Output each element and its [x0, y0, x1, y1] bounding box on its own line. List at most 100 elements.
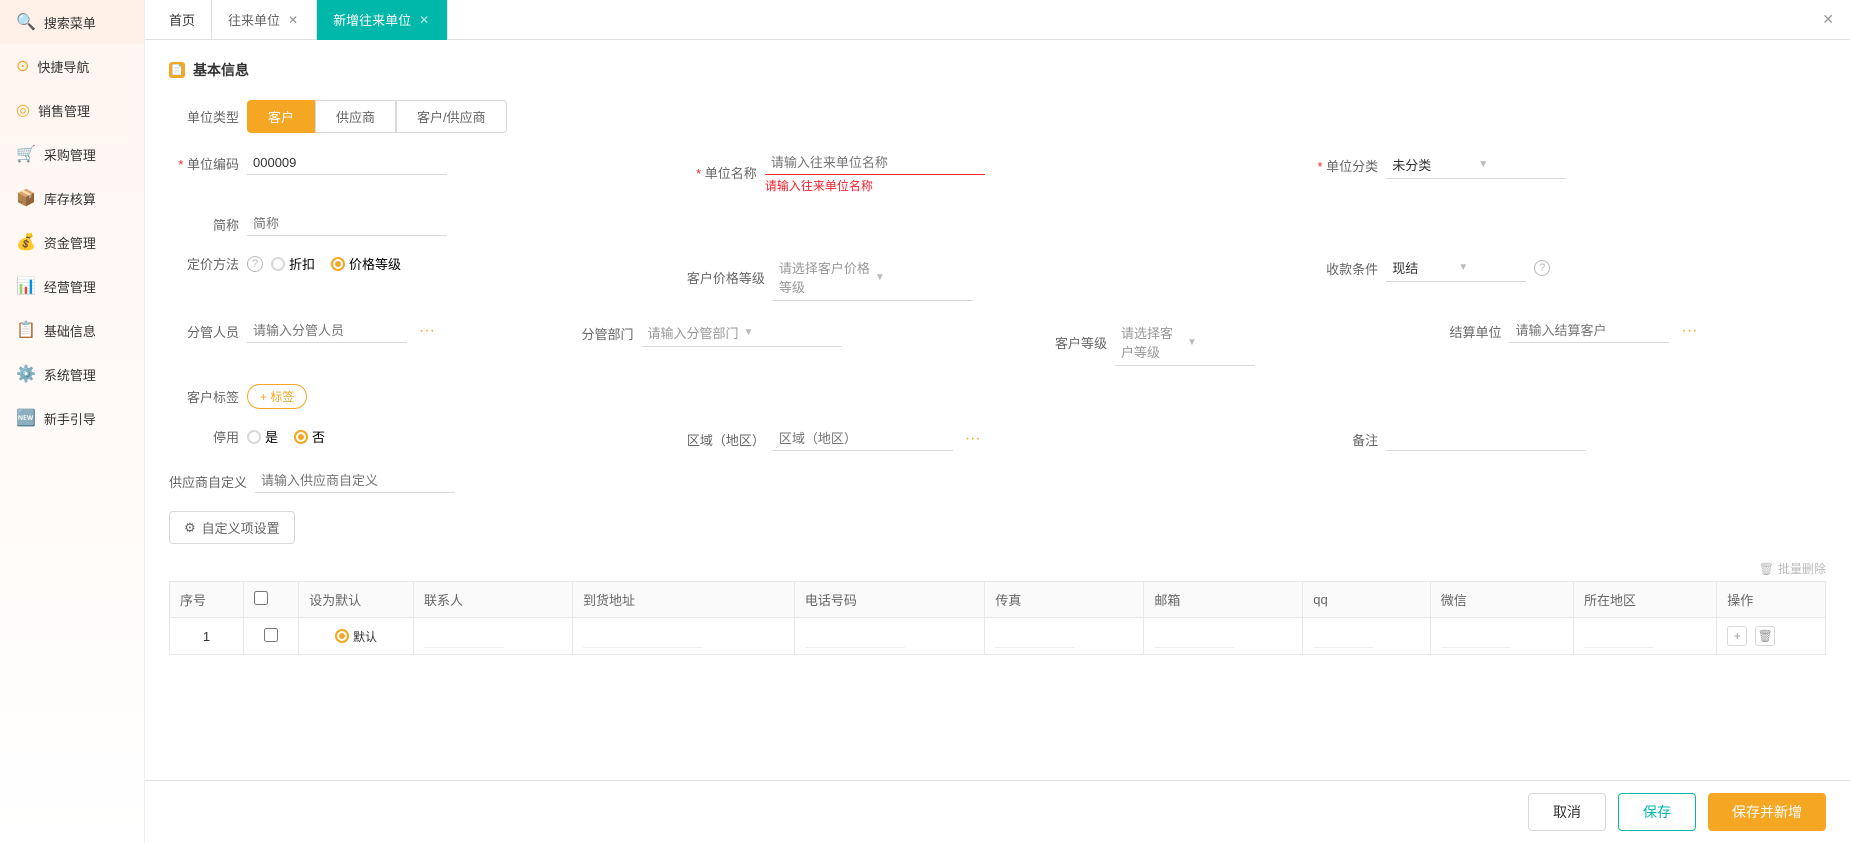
radio-disable-yes[interactable]: 是 — [247, 427, 278, 446]
row-phone-input[interactable] — [805, 624, 905, 648]
row-qq-cell — [1303, 618, 1431, 655]
sidebar-item-basic[interactable]: 📋 基础信息 — [0, 308, 144, 352]
payment-terms-help-icon[interactable]: ? — [1534, 260, 1550, 276]
btn-both[interactable]: 客户/供应商 — [396, 100, 507, 133]
supplier-custom-input[interactable] — [255, 469, 455, 493]
custom-settings-button[interactable]: ⚙ 自定义项设置 — [169, 511, 295, 544]
row-actions: + 🗑 — [1727, 626, 1815, 646]
sidebar-item-sales[interactable]: ◎ 销售管理 — [0, 88, 144, 132]
sidebar-item-finance[interactable]: 💰 资金管理 — [0, 220, 144, 264]
btn-supplier[interactable]: 供应商 — [315, 100, 396, 133]
row-fax-input[interactable] — [995, 624, 1075, 648]
disable-radio-group: 是 否 — [247, 427, 325, 446]
short-name-label: 简称 — [169, 215, 239, 234]
tab-partners[interactable]: 往来单位 ✕ — [212, 0, 317, 40]
sidebar-item-purchase[interactable]: 🛒 采购管理 — [0, 132, 144, 176]
default-radio-circle — [335, 629, 349, 643]
row-default-cell: 默认 — [299, 618, 414, 655]
pricing-help-icon[interactable]: ? — [247, 256, 263, 272]
unit-type-label: 单位类型 — [169, 107, 239, 126]
select-all-checkbox[interactable] — [254, 591, 268, 605]
row-contact-cell — [414, 618, 573, 655]
settings-gear-icon: ⚙ — [184, 520, 196, 536]
customer-price-select[interactable]: 请选择客户价格等级 ▼ — [773, 254, 973, 301]
row-wechat-input[interactable] — [1441, 624, 1511, 648]
row-action-cell: + 🗑 — [1717, 618, 1826, 655]
customer-price-group: 客户价格等级 请选择客户价格等级 ▼ — [687, 254, 1308, 301]
payment-terms-dropdown-icon: ▼ — [1458, 262, 1520, 273]
row-region-cell — [1574, 618, 1717, 655]
unit-category-select[interactable]: 未分类 ▼ — [1386, 151, 1566, 179]
add-tag-button[interactable]: + 标签 — [247, 384, 307, 409]
tab-new-partner-close[interactable]: ✕ — [417, 11, 431, 29]
cancel-button[interactable]: 取消 — [1528, 793, 1606, 831]
supplier-custom-row: 供应商自定义 — [169, 469, 1826, 493]
row-default-radio[interactable]: 默认 — [309, 628, 403, 645]
radio-price-level[interactable]: 价格等级 — [331, 254, 401, 273]
row-checkbox[interactable] — [264, 628, 278, 642]
payment-terms-select[interactable]: 现结 ▼ — [1386, 254, 1526, 282]
disable-label: 停用 — [169, 427, 239, 446]
radio-disable-no[interactable]: 否 — [294, 427, 325, 446]
save-button[interactable]: 保存 — [1618, 793, 1696, 831]
disable-region-row: 停用 是 否 区域（地区） ··· — [169, 427, 1826, 451]
remarks-label: 备注 — [1308, 430, 1378, 449]
price-level-radio-circle — [331, 257, 345, 271]
row-seq: 1 — [170, 618, 244, 655]
settlement-dots-btn[interactable]: ··· — [1677, 322, 1701, 340]
manager-input[interactable] — [247, 319, 407, 343]
settlement-input[interactable] — [1509, 319, 1669, 343]
row-address-input[interactable] — [583, 624, 703, 648]
btn-customer[interactable]: 客户 — [247, 100, 315, 133]
customer-price-label: 客户价格等级 — [687, 268, 765, 287]
row-qq-input[interactable] — [1313, 624, 1373, 648]
finance-icon: 💰 — [16, 232, 36, 252]
form-content: 📄 基本信息 单位类型 客户 供应商 客户/供应商 单位编码 — [145, 40, 1850, 843]
unit-code-input[interactable] — [247, 151, 447, 175]
row-email-cell — [1144, 618, 1303, 655]
region-input[interactable] — [773, 427, 953, 451]
manager-dots-btn[interactable]: ··· — [415, 322, 439, 340]
manager-label: 分管人员 — [169, 322, 239, 341]
sidebar-item-system[interactable]: ⚙️ 系统管理 — [0, 352, 144, 396]
row-phone-cell — [794, 618, 984, 655]
tab-home[interactable]: 首页 — [153, 0, 212, 40]
system-icon: ⚙️ — [16, 364, 36, 384]
remarks-input[interactable] — [1386, 427, 1586, 451]
unit-type-row: 单位类型 客户 供应商 客户/供应商 — [169, 100, 1826, 133]
tab-partners-close[interactable]: ✕ — [286, 11, 300, 29]
basic-fields-row: 单位编码 单位名称 请输入往来单位名称 单位分类 未分类 ▼ — [169, 151, 1826, 194]
tab-new-partner[interactable]: 新增往来单位 ✕ — [317, 0, 448, 40]
save-new-button[interactable]: 保存并新增 — [1708, 793, 1826, 831]
discount-radio-circle — [271, 257, 285, 271]
region-group: 区域（地区） ··· — [687, 427, 1308, 451]
window-close-icon[interactable]: ✕ — [1822, 11, 1834, 28]
region-dots-btn[interactable]: ··· — [961, 430, 985, 448]
unit-name-input[interactable] — [765, 151, 985, 175]
sidebar-item-operation[interactable]: 📊 经营管理 — [0, 264, 144, 308]
row-add-btn[interactable]: + — [1727, 626, 1747, 646]
pricing-method-group: 定价方法 ? 折扣 价格等级 — [169, 254, 687, 273]
basic-icon: 📋 — [16, 320, 36, 340]
sidebar-search[interactable]: 🔍 搜索菜单 — [0, 0, 144, 44]
customer-level-select[interactable]: 请选择客户等级 ▼ — [1115, 319, 1255, 366]
pricing-method-label: 定价方法 — [169, 254, 239, 273]
unit-type-buttons: 客户 供应商 客户/供应商 — [247, 100, 507, 133]
row-contact-input[interactable] — [424, 624, 504, 648]
sidebar-item-guide[interactable]: 🆕 新手引导 — [0, 396, 144, 440]
footer-bar: 取消 保存 保存并新增 — [145, 780, 1850, 843]
short-name-input[interactable] — [247, 212, 447, 236]
radio-discount[interactable]: 折扣 — [271, 254, 315, 273]
row-delete-btn[interactable]: 🗑 — [1755, 626, 1775, 646]
department-select[interactable]: 请输入分管部门 ▼ — [642, 319, 842, 347]
sidebar-item-quick-nav[interactable]: ⊙ 快捷导航 — [0, 44, 144, 88]
sidebar-item-inventory[interactable]: 📦 库存核算 — [0, 176, 144, 220]
batch-delete-area[interactable]: 🗑 批量删除 — [169, 560, 1826, 577]
purchase-icon: 🛒 — [16, 144, 36, 164]
col-region: 所在地区 — [1574, 582, 1717, 618]
inventory-icon: 📦 — [16, 188, 36, 208]
row-region-input[interactable] — [1584, 624, 1654, 648]
row-email-input[interactable] — [1154, 624, 1234, 648]
quick-nav-icon: ⊙ — [16, 56, 29, 76]
customer-level-dropdown-icon: ▼ — [1187, 337, 1249, 348]
